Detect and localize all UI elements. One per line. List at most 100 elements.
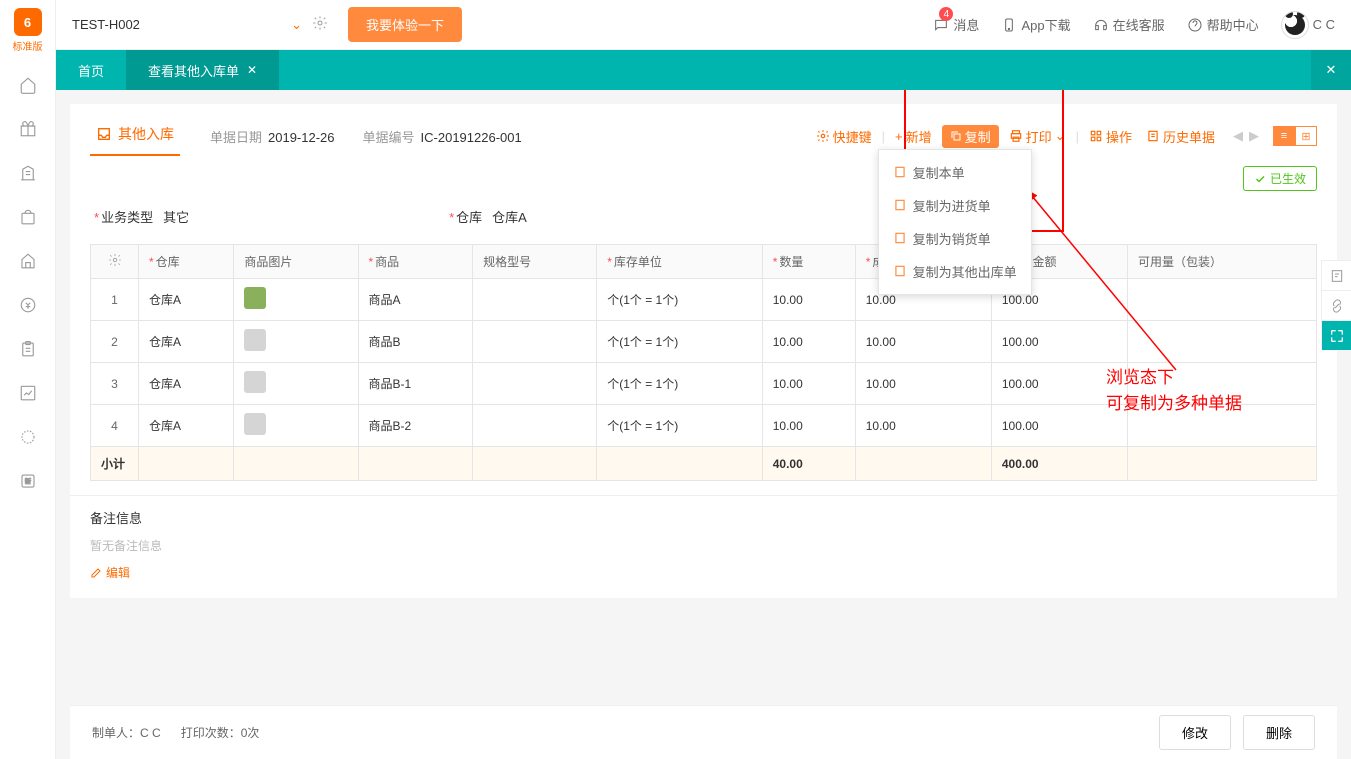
inbound-icon xyxy=(96,126,112,142)
doc-type-tab[interactable]: 其他入库 xyxy=(90,116,180,156)
avatar xyxy=(1281,11,1309,39)
edit-remarks[interactable]: 编辑 xyxy=(90,564,130,581)
doc-icon xyxy=(893,231,907,245)
tab-home[interactable]: 首页 xyxy=(56,50,126,90)
history-icon xyxy=(1146,129,1160,143)
tab-current[interactable]: 查看其他入库单 ✕ xyxy=(126,50,279,90)
try-button[interactable]: 我要体验一下 xyxy=(348,7,462,42)
history-action[interactable]: 历史单据 xyxy=(1142,125,1219,148)
left-sidebar: 6 标准版 新 xyxy=(0,0,56,759)
doc-icon xyxy=(893,165,907,179)
dd-copy-self[interactable]: 复制本单 xyxy=(879,156,1031,189)
close-icon[interactable]: ✕ xyxy=(247,63,257,77)
actions-row: 快捷键 | + 新增 复制 打印 xyxy=(812,125,1317,148)
plus-icon: + xyxy=(895,129,903,144)
biz-type-field: *业务类型 其它 xyxy=(94,207,189,226)
content: 其他入库 单据日期2019-12-26 单据编号IC-20191226-001 … xyxy=(56,90,1351,759)
footer-bar: 制单人：C C 打印次数：0次 修改 删除 xyxy=(70,705,1337,759)
modify-button[interactable]: 修改 xyxy=(1159,715,1231,750)
detail-header: 其他入库 单据日期2019-12-26 单据编号IC-20191226-001 … xyxy=(70,104,1337,156)
creator-info: 制单人：C C xyxy=(92,724,161,741)
col-spec: 规格型号 xyxy=(473,245,597,279)
product-image xyxy=(244,329,266,351)
message-badge: 4 xyxy=(939,7,953,21)
top-header: TEST-H002 ⌄ 我要体验一下 4 消息 App下载 在 xyxy=(56,0,1351,50)
ops-action[interactable]: 操作 xyxy=(1085,125,1136,148)
copy-icon xyxy=(950,130,962,142)
print-icon xyxy=(1009,129,1023,143)
print-action[interactable]: 打印 ⌄ xyxy=(1005,125,1070,148)
prev-icon[interactable]: ◀ xyxy=(1231,128,1245,144)
pencil-icon xyxy=(90,567,102,579)
nav-bag-icon[interactable] xyxy=(8,197,48,237)
no-label: 单据编号IC-20191226-001 xyxy=(363,127,522,146)
view-list[interactable]: ≡ xyxy=(1273,126,1295,146)
col-prod: 商品 xyxy=(358,245,473,279)
delete-button[interactable]: 删除 xyxy=(1243,715,1315,750)
warehouse-field: *仓库 仓库A xyxy=(449,207,527,226)
nav-new-icon[interactable]: 新 xyxy=(8,461,48,501)
logo[interactable]: 6 标准版 xyxy=(13,8,43,53)
org-selector[interactable]: TEST-H002 ⌄ xyxy=(72,17,312,33)
view-grid[interactable]: ⊞ xyxy=(1295,126,1317,146)
status-badge: 已生效 xyxy=(1243,166,1317,191)
remarks-empty: 暂无备注信息 xyxy=(90,537,1317,554)
view-toggle: ≡ ⊞ xyxy=(1273,126,1317,146)
help-link[interactable]: 帮助中心 xyxy=(1187,15,1259,34)
svg-text:新: 新 xyxy=(24,477,30,485)
items-table: 仓库 商品图片 商品 规格型号 库存单位 数量 成本单价 成本金额 可用量（包装… xyxy=(90,244,1317,481)
col-unit: 库存单位 xyxy=(597,245,763,279)
tool-note-icon[interactable] xyxy=(1321,260,1351,290)
service-link[interactable]: 在线客服 xyxy=(1093,15,1165,34)
messages-link[interactable]: 4 消息 xyxy=(933,15,979,34)
check-icon xyxy=(1254,173,1266,185)
copy-action[interactable]: 复制 xyxy=(942,125,999,148)
org-name: TEST-H002 xyxy=(72,17,140,32)
tool-expand-icon[interactable] xyxy=(1321,320,1351,350)
col-wh: 仓库 xyxy=(139,245,234,279)
nav-home-icon[interactable] xyxy=(8,65,48,105)
dd-copy-sales[interactable]: 复制为销货单 xyxy=(879,222,1031,255)
dd-copy-outbound[interactable]: 复制为其他出库单 xyxy=(879,255,1031,288)
right-float-tools xyxy=(1321,260,1351,350)
tool-link-icon[interactable] xyxy=(1321,290,1351,320)
gear-icon[interactable] xyxy=(312,15,328,34)
col-settings[interactable] xyxy=(91,245,139,279)
tabs-bar: 首页 查看其他入库单 ✕ ✕ xyxy=(56,50,1351,90)
product-image xyxy=(244,371,266,393)
close-all-tabs[interactable]: ✕ xyxy=(1311,50,1351,90)
logo-icon: 6 xyxy=(14,8,42,36)
doc-icon xyxy=(893,264,907,278)
nav-dashed-icon[interactable] xyxy=(8,417,48,457)
product-image xyxy=(244,413,266,435)
col-avail: 可用量（包装） xyxy=(1128,245,1317,279)
gear-icon xyxy=(108,253,122,267)
nav-chart-icon[interactable] xyxy=(8,373,48,413)
user-menu[interactable]: C C xyxy=(1281,11,1335,39)
add-action[interactable]: + 新增 xyxy=(891,125,936,148)
product-image xyxy=(244,287,266,309)
nav-money-icon[interactable] xyxy=(8,285,48,325)
nav-gift-icon[interactable] xyxy=(8,109,48,149)
print-count: 打印次数：0次 xyxy=(181,724,260,741)
main-area: TEST-H002 ⌄ 我要体验一下 4 消息 App下载 在 xyxy=(56,0,1351,759)
col-qty: 数量 xyxy=(762,245,855,279)
help-icon xyxy=(1187,17,1203,33)
chevron-down-icon: ⌄ xyxy=(291,17,302,33)
nav-clipboard-icon[interactable] xyxy=(8,329,48,369)
nav-house-icon[interactable] xyxy=(8,241,48,281)
logo-text: 标准版 xyxy=(13,38,43,53)
shortcut-action[interactable]: 快捷键 xyxy=(812,125,876,148)
table-row[interactable]: 1 仓库A 商品A 个(1个 = 1个) 10.00 10.00 100.00 xyxy=(91,279,1317,321)
grid-icon xyxy=(1089,129,1103,143)
date-label: 单据日期2019-12-26 xyxy=(210,127,335,146)
subtotal-row: 小计 40.00 400.00 xyxy=(91,447,1317,481)
table-row[interactable]: 2 仓库A 商品B 个(1个 = 1个) 10.00 10.00 100.00 xyxy=(91,321,1317,363)
remarks-title: 备注信息 xyxy=(90,508,1317,527)
chevron-down-icon: ⌄ xyxy=(1055,128,1066,144)
app-download-link[interactable]: App下载 xyxy=(1001,15,1070,34)
dd-copy-purchase[interactable]: 复制为进货单 xyxy=(879,189,1031,222)
phone-icon xyxy=(1001,17,1017,33)
nav-building-icon[interactable] xyxy=(8,153,48,193)
next-icon[interactable]: ▶ xyxy=(1247,128,1261,144)
